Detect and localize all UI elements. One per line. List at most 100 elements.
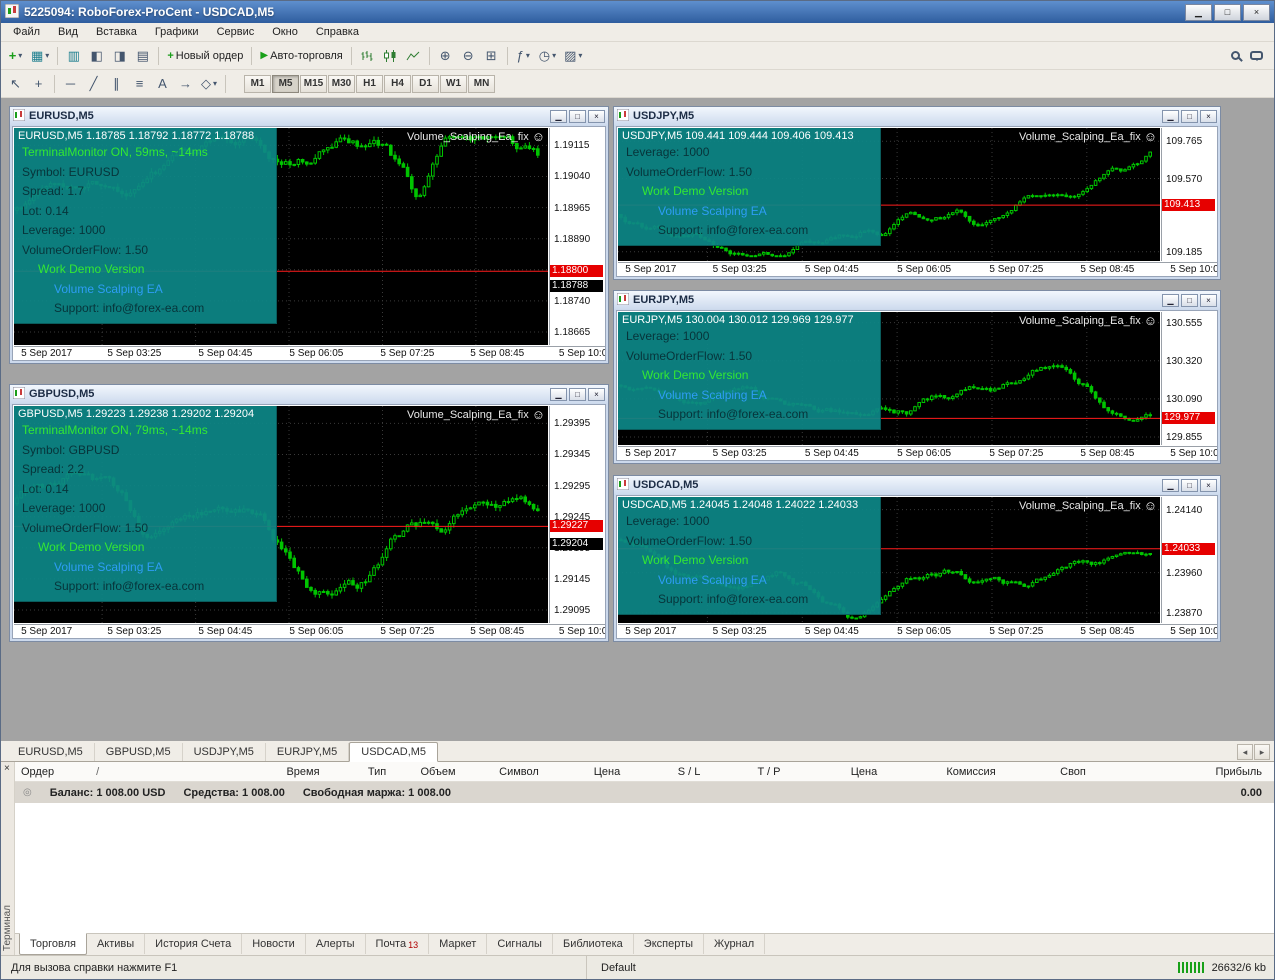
chart-maximize-button[interactable]: □	[569, 387, 586, 401]
candlestick-plot[interactable]: Leverage: 1000 VolumeOrderFlow: 1.50 Work …	[618, 497, 1160, 623]
terminal-column-header[interactable]: Ордер /	[15, 766, 255, 778]
indicators-button[interactable]: ƒ ▾	[512, 45, 535, 67]
tab-scroll-left-button[interactable]: ◂	[1237, 744, 1253, 760]
chart-minimize-button[interactable]: ▁	[1162, 109, 1179, 123]
arrow-tool-button[interactable]: →	[174, 73, 197, 95]
timeframe-button[interactable]: M15	[300, 74, 328, 93]
price-scale[interactable]: 1.191151.190401.189651.188901.188151.187…	[549, 128, 605, 345]
shapes-button[interactable]: ◇ ▾	[197, 73, 221, 95]
navigator-button[interactable]: ◨	[108, 45, 131, 67]
menu-item[interactable]: Вставка	[87, 24, 146, 40]
terminal-column-header[interactable]: T / P	[729, 766, 809, 778]
terminal-column-header[interactable]: Цена	[565, 766, 649, 778]
chart-maximize-button[interactable]: □	[569, 109, 586, 123]
chart-close-button[interactable]: ×	[1200, 293, 1217, 307]
chat-icon[interactable]	[1250, 51, 1263, 61]
new-order-button[interactable]: + Новый ордер	[163, 45, 247, 67]
chart-maximize-button[interactable]: □	[1181, 478, 1198, 492]
chart-minimize-button[interactable]: ▁	[550, 109, 567, 123]
crosshair-button[interactable]: +	[27, 73, 50, 95]
chart-close-button[interactable]: ×	[588, 387, 605, 401]
timeframe-button[interactable]: H4	[384, 74, 412, 93]
market-watch-button[interactable]: ▥	[62, 45, 85, 67]
terminal-column-header[interactable]: Время	[255, 766, 351, 778]
terminal-tab[interactable]: Алерты	[306, 934, 366, 954]
price-scale[interactable]: 1.24140 1.23960 1.23870 1.24033	[1161, 497, 1217, 623]
line-chart-button[interactable]	[402, 45, 425, 67]
periods-button[interactable]: ◷ ▾	[535, 45, 560, 67]
menu-item[interactable]: Файл	[4, 24, 49, 40]
terminal-column-header[interactable]: Комиссия	[919, 766, 1023, 778]
terminal-tab[interactable]: Новости	[242, 934, 306, 954]
price-scale[interactable]: 1.293951.293451.292951.292451.291951.291…	[549, 406, 605, 623]
timeframe-button[interactable]: M1	[244, 74, 272, 93]
fibonacci-button[interactable]: ≡	[128, 73, 151, 95]
zoom-out-button[interactable]: ⊖	[457, 45, 480, 67]
new-chart-button[interactable]: + ▾	[4, 45, 27, 67]
cursor-button[interactable]: ↖	[4, 73, 27, 95]
time-axis[interactable]: 5 Sep 2017 5 Sep 03:25 5 Sep 04:45 5 Sep 06…	[618, 624, 1217, 638]
tab-scroll-right-button[interactable]: ▸	[1254, 744, 1270, 760]
chart-close-button[interactable]: ×	[1200, 109, 1217, 123]
terminal-tab[interactable]: Торговля	[19, 933, 87, 955]
candlestick-plot[interactable]: TerminalMonitor ON, 79ms, ~14ms Symbol: G…	[14, 406, 548, 623]
trendline-button[interactable]: ╱	[82, 73, 105, 95]
terminal-column-header[interactable]: S / L	[649, 766, 729, 778]
chart-tab[interactable]: GBPUSD,M5	[95, 743, 183, 761]
menu-item[interactable]: Графики	[146, 24, 208, 40]
timeframe-button[interactable]: M30	[328, 74, 356, 93]
candlestick-plot[interactable]: Leverage: 1000 VolumeOrderFlow: 1.50 Work …	[618, 128, 1160, 261]
timeframe-button[interactable]: H1	[356, 74, 384, 93]
close-button[interactable]: ×	[1243, 3, 1270, 21]
terminal-column-header[interactable]: Своп	[1023, 766, 1123, 778]
chart-window-titlebar[interactable]: USDCAD,M5 ▁ □ ×	[614, 476, 1220, 494]
time-axis[interactable]: 5 Sep 2017 5 Sep 03:25 5 Sep 04:45 5 Sep 06…	[14, 624, 605, 638]
candlestick-plot[interactable]: Leverage: 1000 VolumeOrderFlow: 1.50 Work …	[618, 312, 1160, 445]
candlestick-button[interactable]	[379, 45, 402, 67]
bar-chart-button[interactable]	[356, 45, 379, 67]
terminal-tab[interactable]: Почта 13	[366, 934, 430, 954]
menu-item[interactable]: Окно	[263, 24, 307, 40]
templates-button[interactable]: ▨ ▾	[560, 45, 586, 67]
terminal-column-header[interactable]: Объем	[403, 766, 473, 778]
terminal-toggle-button[interactable]: ▤	[131, 45, 154, 67]
chart-close-button[interactable]: ×	[588, 109, 605, 123]
menu-item[interactable]: Справка	[307, 24, 368, 40]
chart-tab[interactable]: USDJPY,M5	[183, 743, 266, 761]
data-window-button[interactable]: ◧	[85, 45, 108, 67]
price-scale[interactable]: 109.765 109.570 109.185 109.413	[1161, 128, 1217, 261]
terminal-column-header[interactable]: Цена	[809, 766, 919, 778]
terminal-close-button[interactable]: ×	[4, 763, 10, 774]
chart-tab[interactable]: EURUSD,M5	[7, 743, 95, 761]
autotrading-button[interactable]: ▶ Авто-торговля	[256, 45, 346, 67]
timeframe-button[interactable]: W1	[440, 74, 468, 93]
terminal-column-header[interactable]: Прибыль	[1123, 766, 1274, 778]
chart-minimize-button[interactable]: ▁	[1162, 478, 1179, 492]
chart-window-titlebar[interactable]: GBPUSD,M5 ▁ □ ×	[10, 385, 608, 403]
terminal-tab[interactable]: Маркет	[429, 934, 488, 954]
chart-window-titlebar[interactable]: USDJPY,M5 ▁ □ ×	[614, 107, 1220, 125]
terminal-column-header[interactable]: Тип	[351, 766, 403, 778]
chart-window-titlebar[interactable]: EURJPY,M5 ▁ □ ×	[614, 291, 1220, 309]
time-axis[interactable]: 5 Sep 2017 5 Sep 03:25 5 Sep 04:45 5 Sep 06…	[14, 346, 605, 360]
maximize-button[interactable]: □	[1214, 3, 1241, 21]
menu-item[interactable]: Вид	[49, 24, 87, 40]
zoom-in-button[interactable]: ⊕	[434, 45, 457, 67]
minimize-button[interactable]: ▁	[1185, 3, 1212, 21]
horizontal-line-button[interactable]: ─	[59, 73, 82, 95]
time-axis[interactable]: 5 Sep 2017 5 Sep 03:25 5 Sep 04:45 5 Sep 06…	[618, 446, 1217, 460]
time-axis[interactable]: 5 Sep 2017 5 Sep 03:25 5 Sep 04:45 5 Sep 06…	[618, 262, 1217, 276]
tile-windows-button[interactable]: ⊞	[480, 45, 503, 67]
chart-window-titlebar[interactable]: EURUSD,M5 ▁ □ ×	[10, 107, 608, 125]
chart-close-button[interactable]: ×	[1200, 478, 1217, 492]
menu-item[interactable]: Сервис	[208, 24, 264, 40]
terminal-tab[interactable]: Эксперты	[634, 934, 705, 954]
terminal-tab[interactable]: Библиотека	[553, 934, 634, 954]
timeframe-button[interactable]: M5	[272, 74, 300, 93]
channel-button[interactable]: ∥	[105, 73, 128, 95]
chart-maximize-button[interactable]: □	[1181, 109, 1198, 123]
price-scale[interactable]: 130.555 130.320 130.090 129.855 129.977	[1161, 312, 1217, 445]
profiles-button[interactable]: ▦ ▾	[27, 45, 53, 67]
terminal-tab[interactable]: Журнал	[704, 934, 766, 954]
terminal-tab[interactable]: Сигналы	[487, 934, 553, 954]
